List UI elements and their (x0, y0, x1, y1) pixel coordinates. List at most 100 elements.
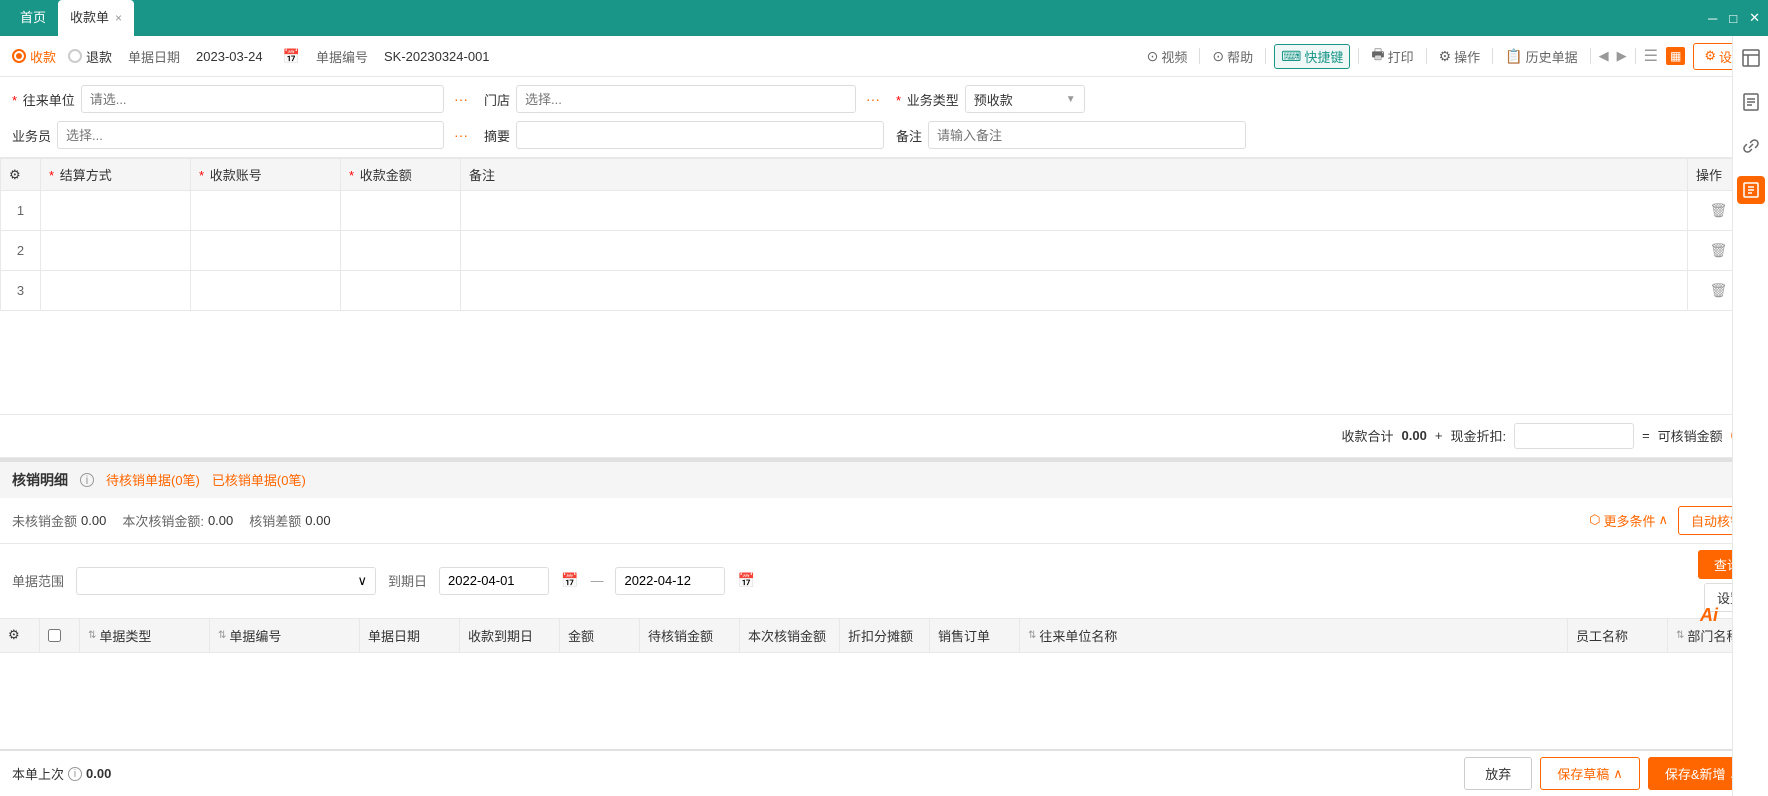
col-amount-header: * 收款金额 (341, 159, 461, 191)
delete-icon-2[interactable]: 🗑 (1710, 242, 1728, 259)
nav-tab-shoukuan[interactable]: 收款单 × (58, 0, 134, 36)
row-num-1: 1 (1, 191, 41, 231)
settlement-input-3[interactable] (41, 271, 190, 310)
section-info-icon[interactable]: i (80, 473, 94, 487)
settlement-input-2[interactable] (41, 231, 190, 270)
current-stat: 本次核销金额: 0.00 (122, 511, 233, 530)
print-icon: 🖶 (1371, 44, 1384, 68)
staff-input[interactable] (57, 121, 444, 149)
bottom-col-checkbox-header: ⚙ (0, 619, 40, 652)
radio-shoukuan[interactable]: 收款 (12, 47, 56, 66)
col-settlement-header: * 结算方式 (41, 159, 191, 191)
row-1-remarks[interactable] (461, 191, 1688, 231)
table-row: 3 🗑 ⧉ (1, 271, 1768, 311)
row-3-amount[interactable] (341, 271, 461, 311)
bottom-col-select-all[interactable] (40, 619, 80, 652)
row-1-amount[interactable] (341, 191, 461, 231)
diff-stat: 核销差额 0.00 (249, 511, 330, 530)
row-2-settlement[interactable] (41, 231, 191, 271)
row-3-account[interactable] (191, 271, 341, 311)
help-btn[interactable]: ⊙ 帮助 (1208, 45, 1257, 68)
remark-input[interactable] (928, 121, 1246, 149)
help-icon: ⊙ (1212, 48, 1224, 65)
date-start-input[interactable] (439, 567, 549, 595)
ops-btn[interactable]: ⚙ 操作 (1435, 45, 1485, 68)
settlement-input-1[interactable] (41, 191, 190, 230)
amount-input-3[interactable] (341, 271, 460, 310)
row-1-account[interactable] (191, 191, 341, 231)
grid-view-icon[interactable]: ▦ (1666, 47, 1685, 65)
row-2-account[interactable] (191, 231, 341, 271)
more-conditions-btn[interactable]: ⬡ 更多条件 ∧ (1589, 511, 1668, 530)
remarks-input-1[interactable] (461, 191, 1687, 230)
row-3-remarks[interactable] (461, 271, 1688, 311)
window-max-icon[interactable]: □ (1729, 11, 1737, 26)
sidebar-active-icon[interactable] (1737, 176, 1765, 204)
settings-col-icon[interactable]: ⚙ (8, 627, 20, 643)
account-input-2[interactable] (191, 231, 340, 270)
staff-more-icon[interactable]: ··· (450, 127, 472, 143)
account-input-3[interactable] (191, 271, 340, 310)
bottom-actions: 放弃 保存草稿 ∧ 保存&新增 ∧ (1464, 757, 1756, 790)
stats-row: 未核销金额 0.00 本次核销金额: 0.00 核销差额 0.00 ⬡ 更多条件… (0, 498, 1768, 543)
row-3-settlement[interactable] (41, 271, 191, 311)
remarks-input-3[interactable] (461, 271, 1687, 310)
info-icon2[interactable]: i (68, 767, 82, 781)
row-2-amount[interactable] (341, 231, 461, 271)
shortcut-btn[interactable]: ⌨ 快捷键 (1274, 44, 1350, 69)
counterpart-more-icon[interactable]: ··· (450, 91, 472, 107)
save-draft-button[interactable]: 保存草稿 ∧ (1540, 757, 1640, 790)
payment-table: ⚙ * 结算方式 * 收款账号 * 收款金额 (0, 158, 1768, 311)
bottom-col-counterpart-header: ⇅ 往来单位名称 (1020, 619, 1568, 652)
section-divider: 核销明细 i 待核销单据(0笔) 已核销单据(0笔) (0, 458, 1768, 498)
calendar-icon[interactable]: 📅 (283, 48, 300, 65)
toolbar-row: 收款 退款 单据日期 2023-03-24 📅 单据编号 SK-20230324… (0, 36, 1768, 77)
calendar-end-icon[interactable]: 📅 (737, 572, 754, 589)
bottom-col-amount-header: 金额 (560, 619, 640, 652)
remark-field: 备注 (896, 121, 1246, 149)
list-view-icon[interactable]: ☰ (1644, 46, 1658, 66)
radio-tuikuan[interactable]: 退款 (68, 47, 112, 66)
history-icon: 📋 (1505, 48, 1522, 65)
nav-home[interactable]: 首页 (8, 0, 58, 36)
history-btn[interactable]: 📋 历史单据 (1501, 45, 1581, 68)
select-all-checkbox[interactable] (48, 629, 61, 642)
summary-input[interactable] (516, 121, 884, 149)
bottom-col-type-header: ⇅ 单据类型 (80, 619, 210, 652)
window-min-icon[interactable]: ─ (1708, 11, 1717, 26)
counterpart-input[interactable] (81, 85, 444, 113)
delete-icon-1[interactable]: 🗑 (1710, 202, 1728, 219)
col-settings-header[interactable]: ⚙ (1, 159, 41, 191)
bottom-col-date-header: 单据日期 (360, 619, 460, 652)
sidebar-link-icon[interactable] (1737, 132, 1765, 160)
discount-input[interactable] (1514, 423, 1634, 449)
abandon-button[interactable]: 放弃 (1464, 757, 1532, 790)
row-2-remarks[interactable] (461, 231, 1688, 271)
delete-icon-3[interactable]: 🗑 (1710, 282, 1728, 299)
store-input[interactable] (516, 85, 856, 113)
calendar-start-icon[interactable]: 📅 (561, 572, 578, 589)
nav-next-icon[interactable]: ▶ (1617, 48, 1627, 64)
sidebar-table-icon[interactable] (1737, 44, 1765, 72)
row-1-settlement[interactable] (41, 191, 191, 231)
date-end-input[interactable] (615, 567, 725, 595)
bottom-col-current-header: 本次核销金额 (740, 619, 840, 652)
business-type-select[interactable]: 预收款 ▼ (965, 85, 1085, 113)
account-input-1[interactable] (191, 191, 340, 230)
nav-prev-icon[interactable]: ◀ (1599, 48, 1609, 64)
tab-close-icon[interactable]: × (115, 0, 122, 36)
radio-tuikuan-circle (68, 49, 82, 63)
window-close-icon[interactable]: ✕ (1749, 10, 1760, 26)
amount-input-2[interactable] (341, 231, 460, 270)
store-more-icon[interactable]: ··· (862, 91, 884, 107)
sidebar-doc-icon[interactable] (1737, 88, 1765, 116)
remarks-input-2[interactable] (461, 231, 1687, 270)
form-row-2: 业务员 ··· 摘要 备注 (12, 121, 1756, 149)
tab-pending[interactable]: 待核销单据(0笔) (106, 470, 200, 489)
counterpart-field: * 往来单位 ··· (12, 85, 472, 113)
amount-input-1[interactable] (341, 191, 460, 230)
range-select[interactable]: ∨ (76, 567, 376, 595)
print-btn[interactable]: 🖶 打印 (1367, 42, 1417, 70)
tab-done[interactable]: 已核销单据(0笔) (212, 470, 306, 489)
video-btn[interactable]: ⊙ 视频 (1143, 45, 1192, 68)
